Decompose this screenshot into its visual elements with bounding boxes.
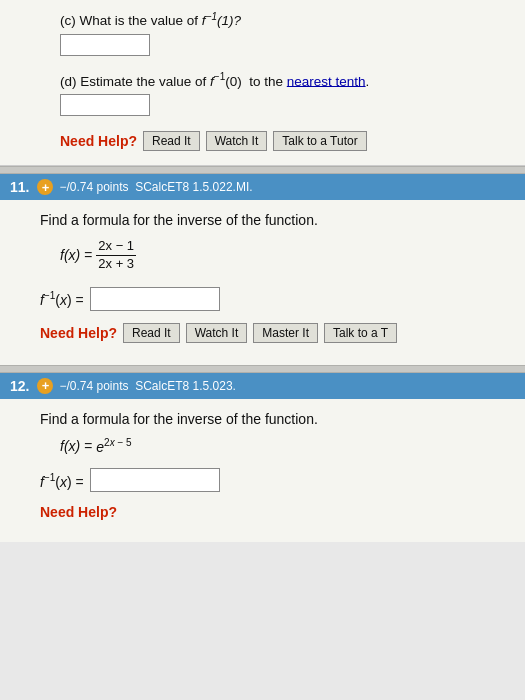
question-12-prompt: Find a formula for the inverse of the fu… <box>40 411 505 427</box>
question-12-header: 12. + −/0.74 points SCalcET8 1.5.023. <box>0 373 525 399</box>
question-12-block: 12. + −/0.74 points SCalcET8 1.5.023. Fi… <box>0 373 525 543</box>
question-12-number: 12. <box>10 378 29 394</box>
part-d-text: (d) Estimate the value of f−1(0) to the … <box>60 71 505 89</box>
fraction-11-denominator: 2x + 3 <box>96 256 136 273</box>
divider-2 <box>0 365 525 373</box>
part-c: (c) What is the value of f−1(1)? <box>60 10 505 59</box>
top-watch-it-button[interactable]: Watch It <box>206 131 268 151</box>
question-12-points: −/0.74 points SCalcET8 1.5.023. <box>59 379 235 393</box>
question-11-points: −/0.74 points SCalcET8 1.5.022.MI. <box>59 180 252 194</box>
question-11-answer-input[interactable] <box>90 287 220 311</box>
formula-body-12: e2x − 5 <box>96 437 131 455</box>
answer-superscript-11: −1 <box>44 290 55 301</box>
page-wrapper: (c) What is the value of f−1(1)? (d) Est… <box>0 0 525 700</box>
top-section: (c) What is the value of f−1(1)? (d) Est… <box>0 0 525 166</box>
divider-1 <box>0 166 525 174</box>
question-11-formula: f(x) = 2x − 1 2x + 3 <box>60 238 505 273</box>
q11-master-it-button[interactable]: Master It <box>253 323 318 343</box>
question-11-number: 11. <box>10 179 29 195</box>
question-11-answer-prefix: f−1(x) = <box>40 290 84 308</box>
formula-prefix-11: f(x) = <box>60 247 92 263</box>
question-11-answer-row: f−1(x) = <box>40 287 505 311</box>
q11-talk-to-tutor-button[interactable]: Talk to a T <box>324 323 397 343</box>
question-12-body: Find a formula for the inverse of the fu… <box>0 399 525 529</box>
fraction-11-numerator: 2x − 1 <box>96 238 136 256</box>
part-c-function: f−1(1)? <box>202 13 241 28</box>
plus-icon-12: + <box>37 378 53 394</box>
q11-watch-it-button[interactable]: Watch It <box>186 323 248 343</box>
question-12-answer-row: f−1(x) = <box>40 468 505 492</box>
q11-read-it-button[interactable]: Read It <box>123 323 180 343</box>
plus-icon: + <box>37 179 53 195</box>
question-12-need-help-row: Need Help? <box>40 504 505 520</box>
part-d: (d) Estimate the value of f−1(0) to the … <box>60 71 505 120</box>
question-11-block: 11. + −/0.74 points SCalcET8 1.5.022.MI.… <box>0 174 525 365</box>
fraction-11: 2x − 1 2x + 3 <box>96 238 136 273</box>
question-12-formula: f(x) = e2x − 5 <box>60 437 505 455</box>
answer-superscript-12: −1 <box>44 472 55 483</box>
question-12-answer-prefix: f−1(x) = <box>40 472 84 490</box>
part-d-answer-box[interactable] <box>60 94 150 116</box>
top-talk-to-tutor-button[interactable]: Talk to a Tutor <box>273 131 366 151</box>
question-11-need-help-row: Need Help? Read It Watch It Master It Ta… <box>40 323 505 343</box>
question-11-need-help-label: Need Help? <box>40 325 117 341</box>
part-d-superscript: −1 <box>214 71 225 82</box>
formula-prefix-12: f(x) = <box>60 438 92 454</box>
nearest-tenth-link[interactable]: nearest tenth <box>287 73 366 88</box>
question-11-body: Find a formula for the inverse of the fu… <box>0 200 525 351</box>
question-11-header: 11. + −/0.74 points SCalcET8 1.5.022.MI. <box>0 174 525 200</box>
part-c-answer-box[interactable] <box>60 34 150 56</box>
top-need-help-label: Need Help? <box>60 133 137 149</box>
question-12-need-help-label: Need Help? <box>40 504 117 520</box>
part-c-text: (c) What is the value of f−1(1)? <box>60 10 505 28</box>
top-read-it-button[interactable]: Read It <box>143 131 200 151</box>
top-need-help-row: Need Help? Read It Watch It Talk to a Tu… <box>60 131 505 151</box>
question-11-prompt: Find a formula for the inverse of the fu… <box>40 212 505 228</box>
formula-superscript-12: 2x − 5 <box>104 437 132 448</box>
question-12-answer-input[interactable] <box>90 468 220 492</box>
